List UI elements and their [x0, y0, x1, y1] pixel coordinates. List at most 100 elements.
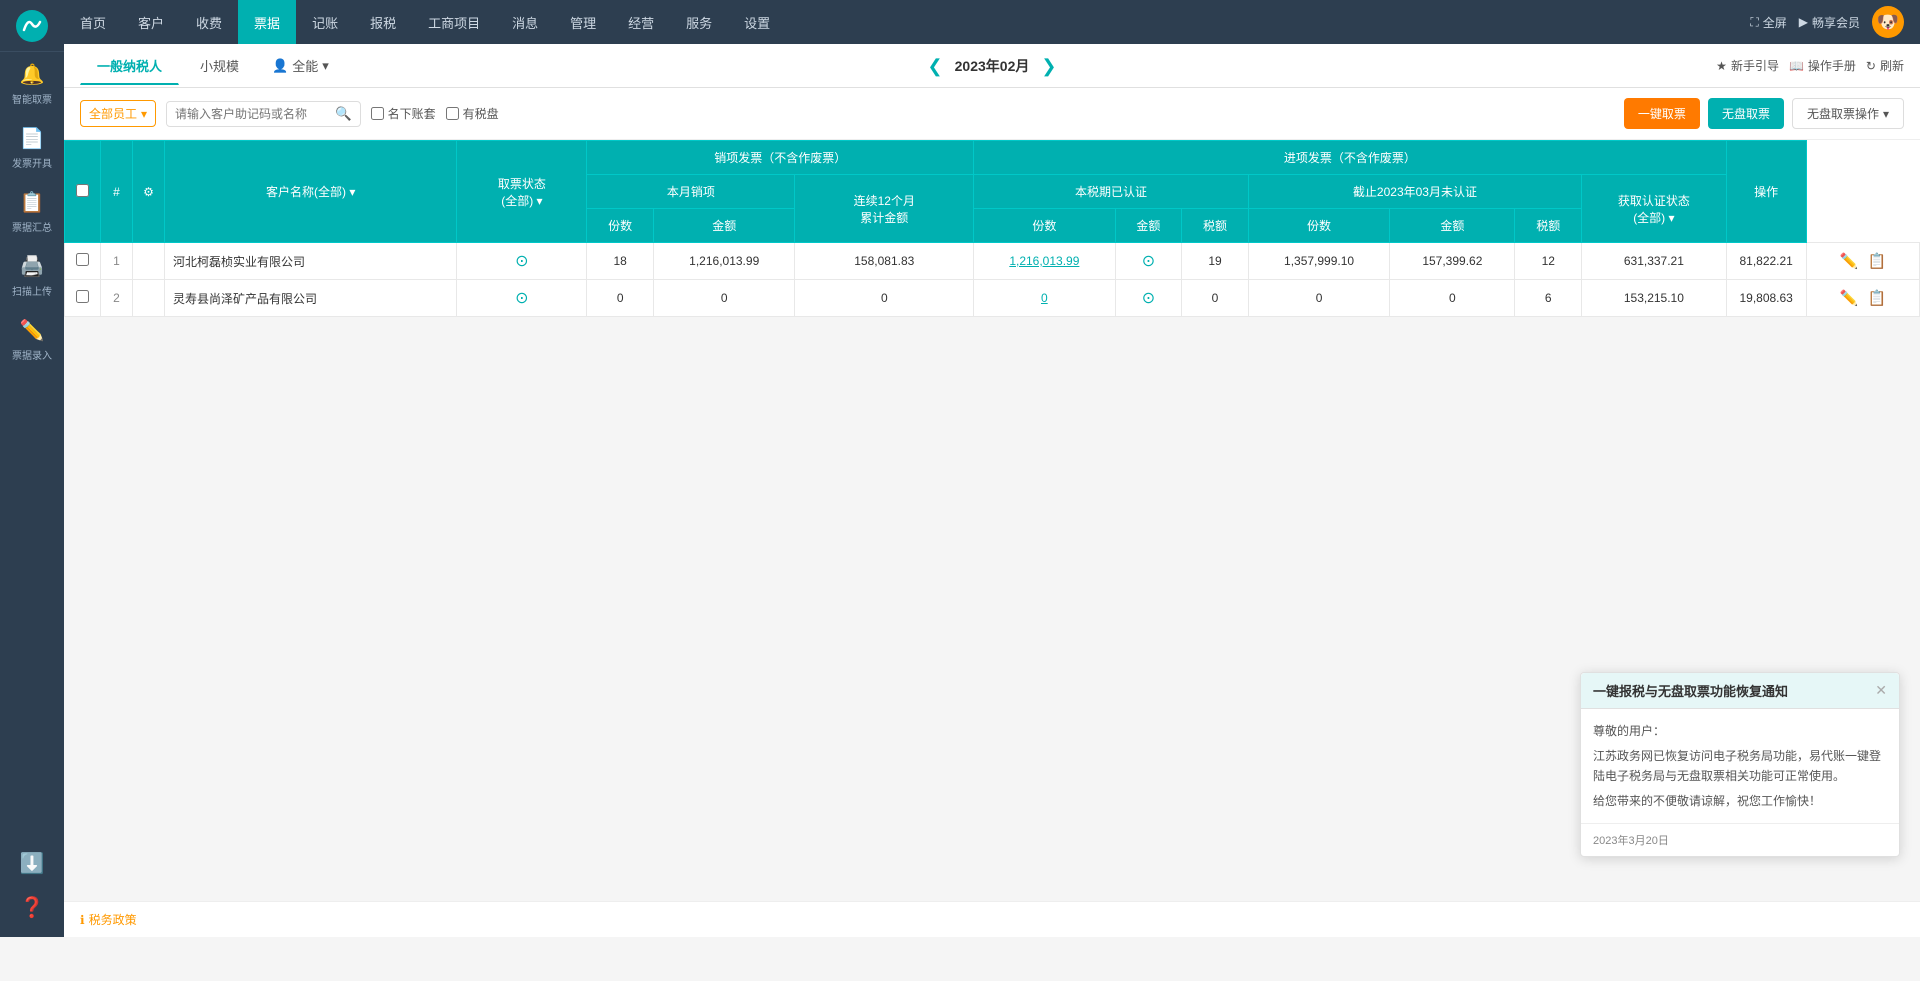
nav-business[interactable]: 工商项目 — [412, 0, 496, 44]
tax-disk-checkbox-label[interactable]: 有税盘 — [446, 105, 499, 122]
notification-title: 一键报税与无盘取票功能恢复通知 — [1593, 681, 1788, 700]
th-customer[interactable]: 客户名称(全部) ▾ — [165, 141, 457, 243]
row-actions: ✏️ 📋 — [1806, 280, 1919, 317]
sidebar-item-scan-upload[interactable]: 🖨️ 扫描上传 — [0, 244, 64, 308]
th-fetch-status[interactable]: 取票状态(全部) ▾ — [457, 141, 587, 243]
row-detail-icon[interactable]: 📋 — [1868, 290, 1887, 307]
tax-policy-label: 税务政策 — [89, 911, 137, 928]
nav-tax[interactable]: 报税 — [354, 0, 412, 44]
row-pur-cert-shares: 0 — [1182, 280, 1249, 317]
tab-all[interactable]: 👤 全能 ▾ — [260, 48, 341, 83]
nav-home[interactable]: 首页 — [64, 0, 122, 44]
nav-operation[interactable]: 经营 — [612, 0, 670, 44]
avatar-icon: 🐶 — [1877, 12, 1899, 33]
tax-policy-link[interactable]: ℹ 税务政策 — [80, 911, 137, 928]
row-fetch-status: ⊙ — [457, 243, 587, 280]
row-pur-uncert-tax: 81,822.21 — [1726, 243, 1806, 280]
user-avatar[interactable]: 🐶 — [1872, 6, 1904, 38]
nav-message[interactable]: 消息 — [496, 0, 554, 44]
no-disk-ops-btn[interactable]: 无盘取票操作 ▾ — [1792, 98, 1904, 129]
no-disk-fetch-btn[interactable]: 无盘取票 — [1708, 98, 1784, 129]
row-edit-icon[interactable]: ✏️ — [1839, 253, 1858, 270]
nav-bookkeeping[interactable]: 记账 — [296, 0, 354, 44]
nav-service[interactable]: 服务 — [670, 0, 728, 44]
manual-btn[interactable]: 📖 操作手册 — [1789, 57, 1856, 74]
refresh-label: 刷新 — [1880, 57, 1904, 74]
row-checkbox-0[interactable] — [76, 253, 89, 266]
notification-date: 2023年3月20日 — [1593, 835, 1669, 847]
row-checkbox-cell[interactable] — [65, 280, 101, 317]
row-checkbox-cell[interactable] — [65, 243, 101, 280]
notification-text: 江苏政务网已恢复访问电子税务局功能，易代账一键登陆电子税务局与无盘取票相关功能可… — [1593, 746, 1887, 787]
th-pur-cert-tax: 税额 — [1182, 209, 1249, 243]
cert-status-filter-icon[interactable]: ▾ — [1669, 211, 1675, 225]
th-cert-status[interactable]: 获取认证状态(全部) ▾ — [1582, 175, 1727, 243]
nav-items: 首页 客户 收费 票据 记账 报税 工商项目 消息 管理 经营 服务 设置 — [64, 0, 1750, 44]
row-checkbox-1[interactable] — [76, 290, 89, 303]
tab-small-label: 小规模 — [200, 56, 239, 75]
nav-settings[interactable]: 设置 — [728, 0, 786, 44]
nav-manage[interactable]: 管理 — [554, 0, 612, 44]
tax-disk-checkbox[interactable] — [446, 107, 459, 120]
refresh-btn[interactable]: ↻ 刷新 — [1866, 57, 1904, 74]
fullscreen-label: 全屏 — [1763, 14, 1787, 31]
th-sales-month: 本月销项 — [587, 175, 795, 209]
row-edit-icon[interactable]: ✏️ — [1839, 290, 1858, 307]
row-fetch-status: ⊙ — [457, 280, 587, 317]
nav-invoice[interactable]: 票据 — [238, 0, 296, 44]
search-input[interactable] — [167, 103, 327, 125]
sidebar-item-issue-invoice[interactable]: 📄 发票开具 — [0, 116, 64, 180]
sub-account-label: 名下账套 — [388, 105, 436, 122]
scan-upload-icon: 🖨️ — [20, 254, 45, 279]
select-all-checkbox[interactable] — [76, 184, 89, 197]
date-next-btn[interactable]: ❯ — [1041, 56, 1056, 77]
sidebar-item-invoice-summary-label: 票据汇总 — [12, 219, 52, 234]
th-config: ⚙ — [133, 141, 165, 243]
vip-label: 畅享会员 — [1812, 14, 1860, 31]
th-purchase-certified[interactable]: 本税期已认证 — [974, 175, 1249, 209]
row-sales-cumulative[interactable]: 1,216,013.99 — [974, 243, 1115, 280]
sidebar: 🔔 智能取票 📄 发票开具 📋 票据汇总 🖨️ 扫描上传 ✏️ 票据录入 ⬇️ … — [0, 0, 64, 937]
invoice-table: # ⚙ 客户名称(全部) ▾ 取票状态(全部) ▾ 销项发票（不含作废票） 进项… — [64, 140, 1920, 317]
sidebar-item-smart-fetch[interactable]: 🔔 智能取票 — [0, 52, 64, 116]
notification-header: 一键报税与无盘取票功能恢复通知 ✕ — [1581, 673, 1899, 709]
row-actions: ✏️ 📋 — [1806, 243, 1919, 280]
fullscreen-btn[interactable]: ⛶ 全屏 — [1750, 14, 1786, 31]
no-disk-ops-label: 无盘取票操作 — [1807, 105, 1879, 122]
fullscreen-icon: ⛶ — [1750, 15, 1758, 30]
vip-btn[interactable]: ▶ 畅享会员 — [1799, 14, 1860, 31]
row-sales-cumulative[interactable]: 0 — [974, 280, 1115, 317]
sub-account-checkbox-label[interactable]: 名下账套 — [371, 105, 436, 122]
row-detail-icon[interactable]: 📋 — [1868, 253, 1887, 270]
search-button[interactable]: 🔍 — [327, 102, 360, 126]
th-sales-amount: 金额 — [653, 209, 794, 243]
th-checkbox — [65, 141, 101, 243]
sub-account-checkbox[interactable] — [371, 107, 384, 120]
nav-customer[interactable]: 客户 — [122, 0, 180, 44]
one-click-fetch-btn[interactable]: 一键取票 — [1624, 98, 1700, 129]
sidebar-item-issue-invoice-label: 发票开具 — [12, 155, 52, 170]
sidebar-item-invoice-summary[interactable]: 📋 票据汇总 — [0, 180, 64, 244]
notification-close-btn[interactable]: ✕ — [1875, 682, 1887, 699]
nav-collection[interactable]: 收费 — [180, 0, 238, 44]
new-guide-btn[interactable]: ★ 新手引导 — [1716, 57, 1779, 74]
fetch-status-filter-icon[interactable]: ▾ — [537, 194, 543, 208]
tab-small[interactable]: 小规模 — [183, 47, 256, 84]
tab-general[interactable]: 一般纳税人 — [80, 47, 179, 85]
sidebar-item-data-entry[interactable]: ✏️ 票据录入 — [0, 308, 64, 372]
th-pur-cert-amount: 金额 — [1115, 209, 1182, 243]
new-guide-icon: ★ — [1716, 59, 1727, 73]
download-icon-btn[interactable]: ⬇️ — [14, 845, 50, 881]
employee-select[interactable]: 全部员工 ▾ — [80, 100, 156, 127]
row-pur-cert-amount: 1,357,999.10 — [1248, 243, 1389, 280]
customer-filter-icon[interactable]: ▾ — [349, 185, 355, 199]
row-seq: 1 — [101, 243, 133, 280]
tab-general-label: 一般纳税人 — [97, 56, 162, 75]
row-cert-status: ⊙ — [1115, 280, 1182, 317]
bottom-bar: ℹ 税务政策 — [64, 901, 1920, 937]
tax-policy-icon: ℹ — [80, 913, 85, 927]
row-customer: 灵寿县尚泽矿产品有限公司 — [165, 280, 457, 317]
help-icon-btn[interactable]: ❓ — [14, 889, 50, 925]
all-icon: 👤 — [272, 58, 288, 74]
date-prev-btn[interactable]: ❮ — [928, 56, 943, 77]
